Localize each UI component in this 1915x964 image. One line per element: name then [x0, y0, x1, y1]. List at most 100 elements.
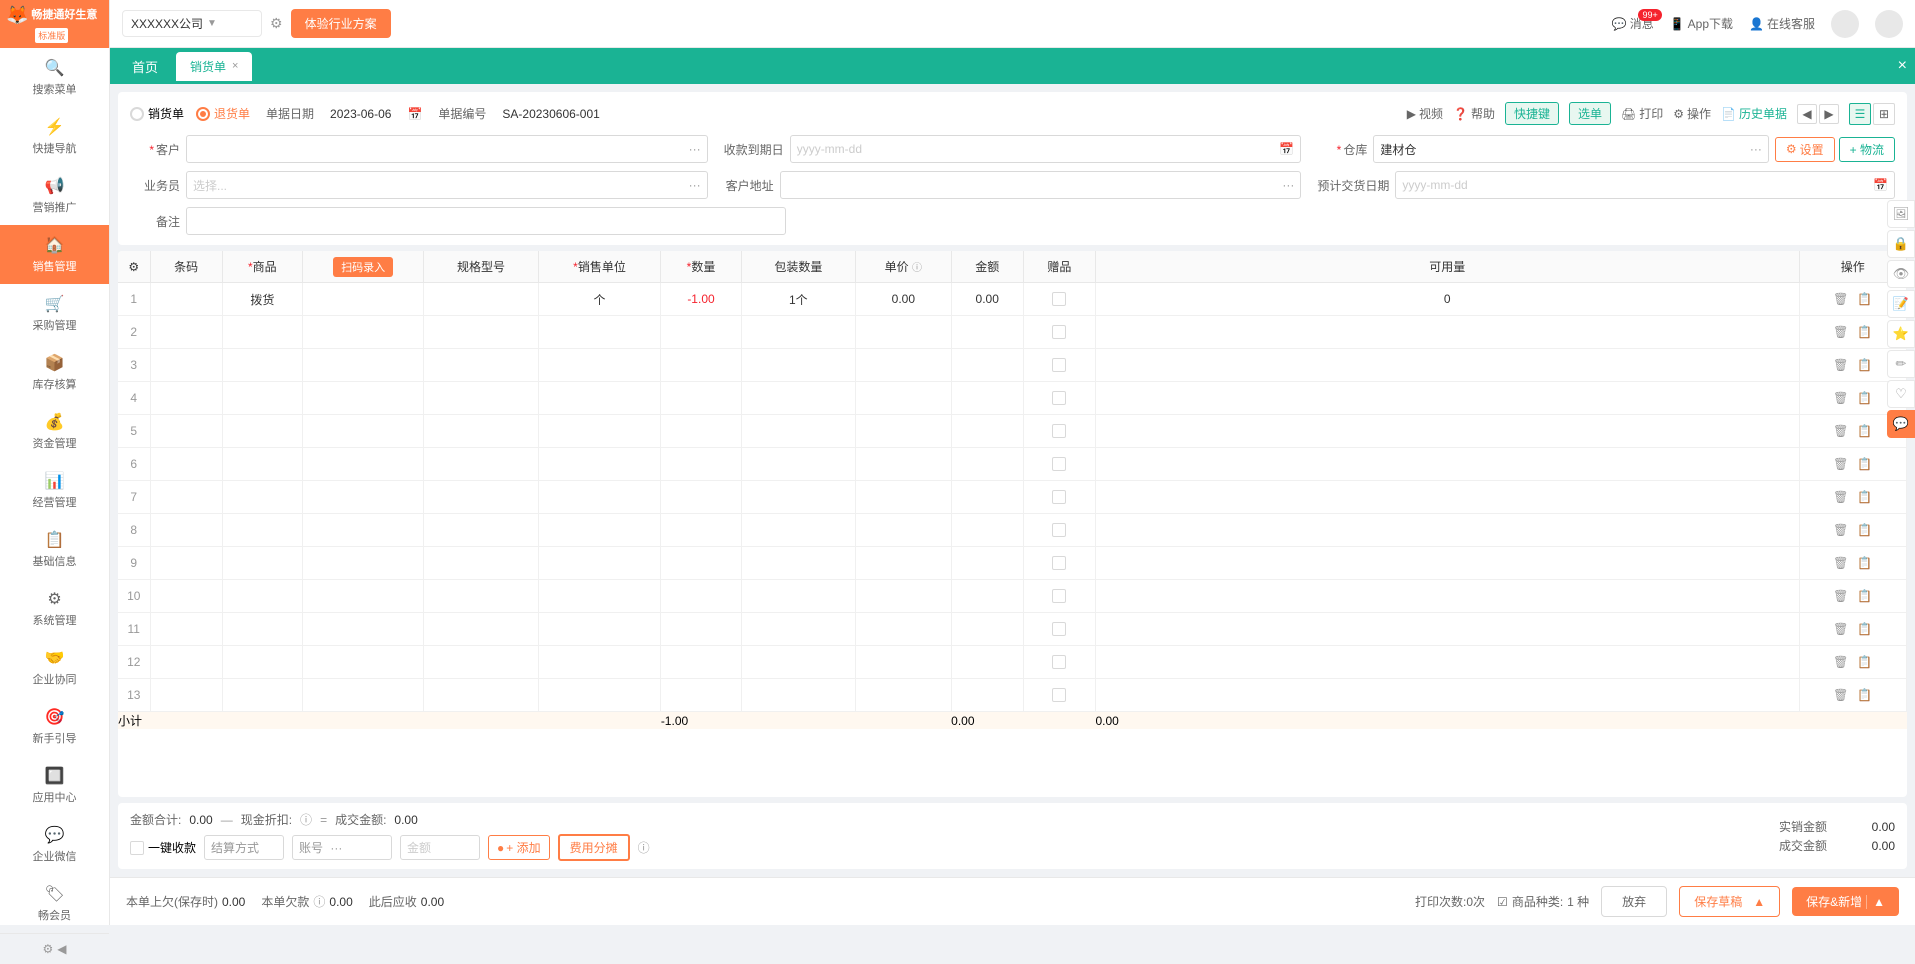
gift-checkbox[interactable]: [1052, 424, 1066, 438]
copy-row-btn[interactable]: 📋: [1855, 553, 1875, 573]
sidebar-item-collab[interactable]: 🤝 企业协同: [0, 638, 109, 697]
row-price[interactable]: [856, 349, 952, 382]
user-avatar2[interactable]: [1875, 10, 1903, 38]
sidebar-item-wechat[interactable]: 💬 企业微信: [0, 815, 109, 874]
row-spec[interactable]: [424, 580, 538, 613]
calendar-icon[interactable]: 📅: [1279, 142, 1294, 156]
copy-row-btn[interactable]: 📋: [1855, 685, 1875, 705]
row-barcode[interactable]: [150, 283, 222, 316]
select-btn[interactable]: 选单: [1569, 102, 1611, 125]
row-spec[interactable]: [424, 481, 538, 514]
tab-close-btn[interactable]: ×: [232, 60, 238, 72]
float-btn-7[interactable]: ♡: [1887, 380, 1915, 408]
row-gift[interactable]: [1023, 448, 1095, 481]
row-unit[interactable]: [538, 679, 661, 712]
row-pkg-qty[interactable]: [741, 349, 855, 382]
sidebar-item-guide[interactable]: 🎯 新手引导: [0, 697, 109, 756]
row-qty[interactable]: -1.00: [661, 283, 741, 316]
row-spec[interactable]: [424, 514, 538, 547]
row-spec[interactable]: [424, 283, 538, 316]
row-pkg-qty[interactable]: [741, 316, 855, 349]
row-amount[interactable]: [951, 481, 1023, 514]
row-amount[interactable]: [951, 514, 1023, 547]
tab-home[interactable]: 首页: [118, 51, 172, 82]
delete-row-btn[interactable]: 🗑: [1831, 421, 1851, 441]
row-pkg-qty[interactable]: 1个: [741, 283, 855, 316]
sidebar-item-marketing[interactable]: 📢 营销推广: [0, 166, 109, 225]
one-click-checkbox[interactable]: [130, 841, 144, 855]
account-input[interactable]: 账号 ···: [292, 835, 392, 860]
radio-sale-order[interactable]: 销货单: [130, 105, 184, 122]
app-download-btn[interactable]: 📱 App下载: [1670, 15, 1733, 32]
row-unit[interactable]: [538, 646, 661, 679]
sidebar-item-shortcuts[interactable]: ⚡ 快捷导航: [0, 107, 109, 166]
row-barcode[interactable]: [150, 613, 222, 646]
sidebar-item-system[interactable]: ⚙ 系统管理: [0, 579, 109, 638]
row-gift[interactable]: [1023, 646, 1095, 679]
salesperson-dots[interactable]: ···: [689, 178, 701, 192]
row-barcode[interactable]: [150, 316, 222, 349]
delete-row-btn[interactable]: 🗑: [1831, 388, 1851, 408]
row-unit[interactable]: 个: [538, 283, 661, 316]
row-product[interactable]: [222, 646, 302, 679]
float-btn-6[interactable]: ✏: [1887, 350, 1915, 378]
print-btn[interactable]: 🖨 打印: [1621, 105, 1663, 122]
delete-row-btn[interactable]: 🗑: [1831, 619, 1851, 639]
row-gift[interactable]: [1023, 514, 1095, 547]
row-spec[interactable]: [424, 646, 538, 679]
copy-row-btn[interactable]: 📋: [1855, 652, 1875, 672]
row-qty[interactable]: [661, 382, 741, 415]
row-barcode[interactable]: [150, 382, 222, 415]
expense-allocation-btn[interactable]: 费用分摊: [558, 834, 630, 861]
row-price[interactable]: [856, 316, 952, 349]
row-spec[interactable]: [424, 613, 538, 646]
save-draft-btn[interactable]: 保存草稿 ▲: [1679, 886, 1780, 917]
row-price[interactable]: [856, 448, 952, 481]
help-btn[interactable]: ❓ 帮助: [1453, 105, 1495, 122]
row-gift[interactable]: [1023, 679, 1095, 712]
row-barcode[interactable]: [150, 415, 222, 448]
delete-row-btn[interactable]: 🗑: [1831, 454, 1851, 474]
row-barcode[interactable]: [150, 646, 222, 679]
delete-row-btn[interactable]: 🗑: [1831, 322, 1851, 342]
row-product[interactable]: [222, 679, 302, 712]
row-pkg-qty[interactable]: [741, 646, 855, 679]
warehouse-dots[interactable]: ···: [1750, 142, 1762, 156]
gift-checkbox[interactable]: [1052, 556, 1066, 570]
row-gift[interactable]: [1023, 349, 1095, 382]
row-barcode[interactable]: [150, 448, 222, 481]
copy-row-btn[interactable]: 📋: [1855, 619, 1875, 639]
calendar-icon[interactable]: 📅: [407, 107, 422, 121]
due-date-input[interactable]: yyyy-mm-dd 📅: [790, 135, 1302, 163]
float-btn-orange[interactable]: 💬: [1887, 410, 1915, 438]
row-price[interactable]: [856, 514, 952, 547]
row-qty[interactable]: [661, 514, 741, 547]
sidebar-item-purchase[interactable]: 🛒 采购管理: [0, 284, 109, 343]
row-gift[interactable]: [1023, 316, 1095, 349]
tabbar-close-btn[interactable]: ×: [1898, 57, 1907, 75]
copy-row-btn[interactable]: 📋: [1855, 322, 1875, 342]
scan-input-btn[interactable]: 扫码录入: [333, 257, 393, 277]
trial-btn[interactable]: 体验行业方案: [291, 9, 391, 38]
gift-checkbox[interactable]: [1052, 655, 1066, 669]
row-pkg-qty[interactable]: [741, 448, 855, 481]
row-product[interactable]: [222, 349, 302, 382]
save-new-arrow[interactable]: ▲: [1866, 895, 1885, 909]
row-price[interactable]: [856, 613, 952, 646]
row-unit[interactable]: [538, 316, 661, 349]
row-spec[interactable]: [424, 349, 538, 382]
row-product[interactable]: [222, 316, 302, 349]
copy-row-btn[interactable]: 📋: [1855, 520, 1875, 540]
message-btn[interactable]: 💬 消息 99+: [1612, 15, 1654, 32]
row-spec[interactable]: [424, 547, 538, 580]
delete-row-btn[interactable]: 🗑: [1831, 289, 1851, 309]
row-amount[interactable]: [951, 349, 1023, 382]
row-gift[interactable]: [1023, 613, 1095, 646]
payment-method-select[interactable]: 结算方式: [204, 835, 284, 860]
sidebar-item-management[interactable]: 📊 经营管理: [0, 461, 109, 520]
copy-row-btn[interactable]: 📋: [1855, 421, 1875, 441]
row-unit[interactable]: [538, 349, 661, 382]
row-qty[interactable]: [661, 316, 741, 349]
row-price[interactable]: [856, 547, 952, 580]
row-barcode[interactable]: [150, 349, 222, 382]
